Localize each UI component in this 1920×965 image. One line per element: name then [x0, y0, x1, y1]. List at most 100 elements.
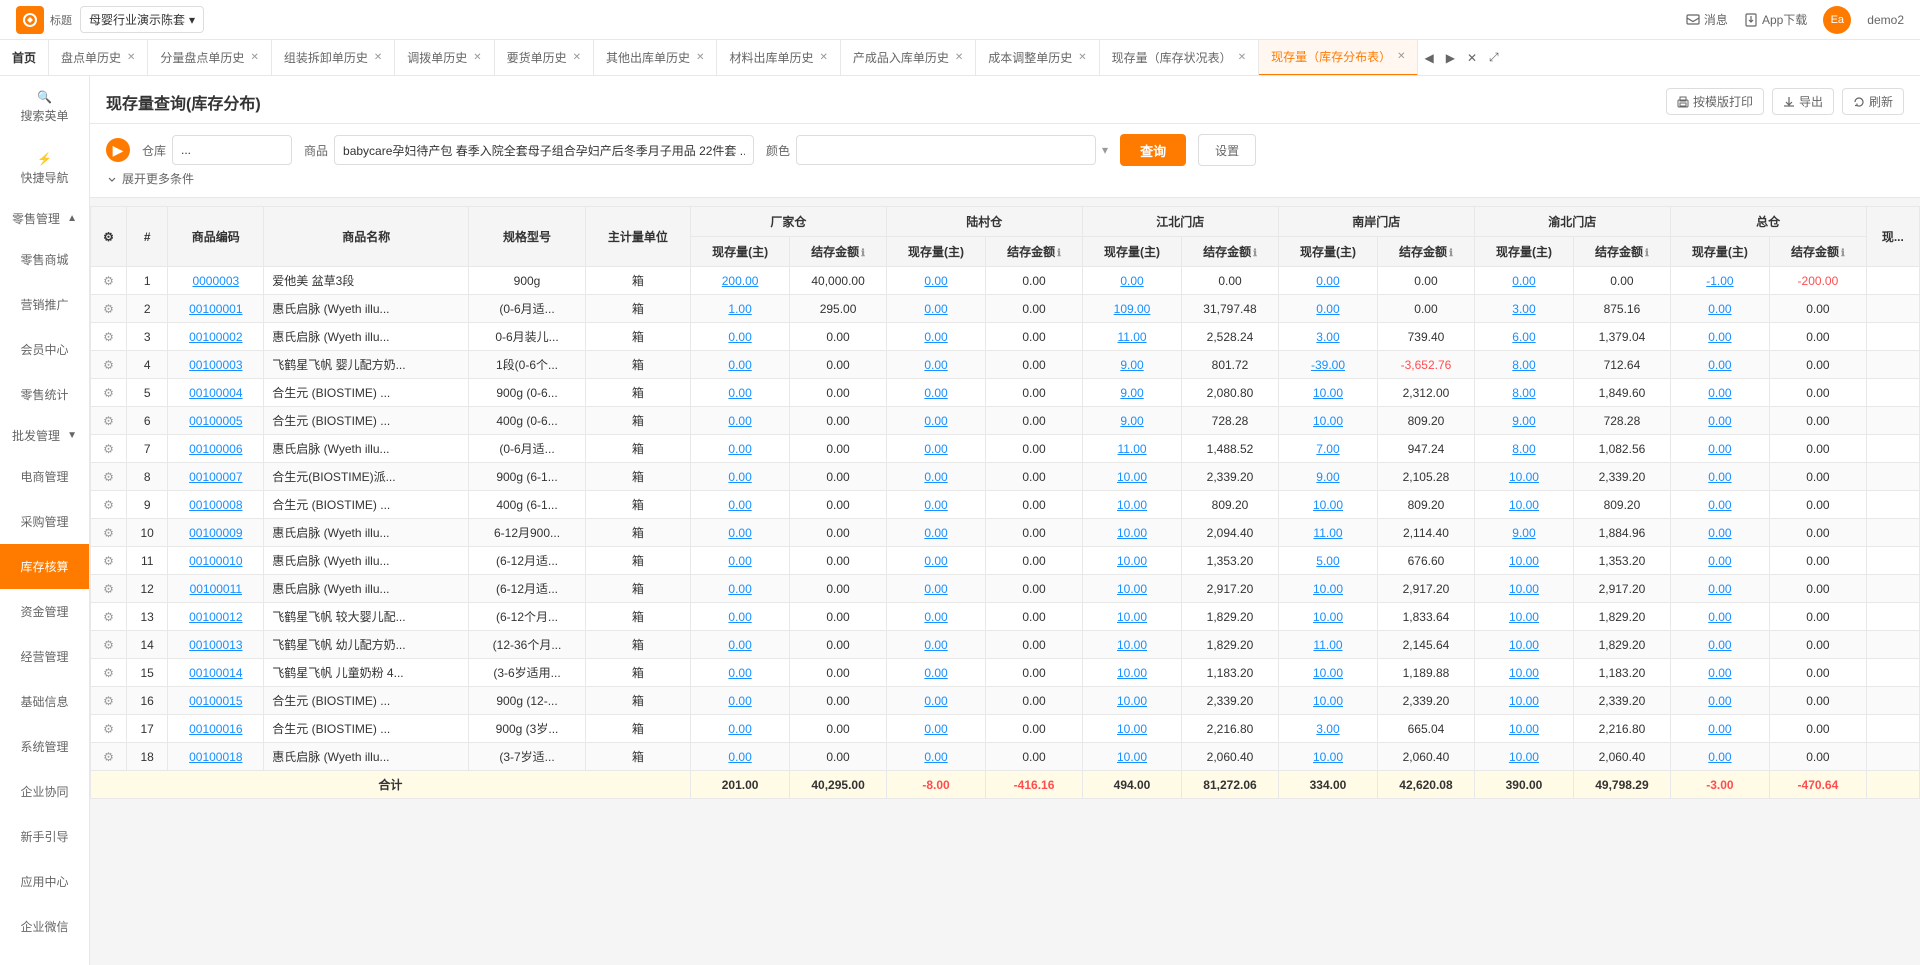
row-gear[interactable]: ⚙	[91, 463, 127, 491]
tab-close-6[interactable]: ✕	[696, 52, 704, 63]
tab-close-8[interactable]: ✕	[955, 52, 963, 63]
tab-inventory-history[interactable]: 盘点单历史✕	[49, 40, 148, 76]
tab-sub-inventory-history[interactable]: 分量盘点单历史✕	[148, 40, 271, 76]
sidebar-item-purchase[interactable]: 采购管理	[0, 499, 89, 544]
color-dropdown-icon[interactable]: ▾	[1102, 143, 1108, 157]
row-more	[1866, 519, 1919, 547]
export-button[interactable]: 导出	[1772, 88, 1834, 115]
tab-cost-adjust[interactable]: 成本调整单历史✕	[976, 40, 1099, 76]
row-fcang-amt: 0.00	[790, 631, 887, 659]
tab-nav-prev[interactable]: ◀	[1418, 51, 1439, 65]
tab-close-10[interactable]: ✕	[1238, 52, 1246, 63]
row-gear[interactable]: ⚙	[91, 631, 127, 659]
color-input[interactable]	[796, 135, 1096, 165]
tab-nav-next[interactable]: ▶	[1440, 51, 1461, 65]
print-button[interactable]: 按模版打印	[1666, 88, 1764, 115]
info-icon-1[interactable]: ℹ	[861, 248, 865, 259]
row-gear[interactable]: ⚙	[91, 715, 127, 743]
query-button[interactable]: 查询	[1120, 134, 1186, 166]
sidebar-item-ecommerce[interactable]: 电商管理	[0, 454, 89, 499]
tab-close-9[interactable]: ✕	[1078, 52, 1086, 63]
product-input[interactable]	[334, 135, 754, 165]
info-icon-4[interactable]: ℹ	[1449, 248, 1453, 259]
row-gear[interactable]: ⚙	[91, 351, 127, 379]
table-row: ⚙ 9 00100008 合生元 (BIOSTIME) ... 400g (6-…	[91, 491, 1920, 519]
tab-requisition-history[interactable]: 要货单历史✕	[495, 40, 594, 76]
tab-material-outbound[interactable]: 材料出库单历史✕	[717, 40, 840, 76]
row-gear[interactable]: ⚙	[91, 519, 127, 547]
sidebar-item-wholesale[interactable]: 批发管理▼	[0, 417, 89, 454]
row-lucun-qty: 0.00	[886, 743, 985, 771]
row-spec: 900g (3岁...	[469, 715, 586, 743]
tab-close-3[interactable]: ✕	[374, 52, 382, 63]
sidebar-item-base-info[interactable]: 基础信息	[0, 679, 89, 724]
setting-button[interactable]: 设置	[1198, 134, 1256, 166]
table-container[interactable]: ⚙ # 商品编码 商品名称 规格型号 主计量单位 厂家仓 陆村仓 江北门店 南岸…	[90, 198, 1920, 965]
sidebar-item-member[interactable]: 会员中心	[0, 327, 89, 372]
tab-close-7[interactable]: ✕	[819, 52, 827, 63]
info-icon-6[interactable]: ℹ	[1841, 248, 1845, 259]
company-selector[interactable]: 母婴行业演示陈套 ▾	[80, 6, 204, 33]
sidebar-item-member2[interactable]: 畅会员	[0, 949, 89, 965]
row-gear[interactable]: ⚙	[91, 491, 127, 519]
sidebar-item-inventory[interactable]: 库存核算	[0, 544, 89, 589]
row-gear[interactable]: ⚙	[91, 379, 127, 407]
tab-close-4[interactable]: ✕	[473, 52, 481, 63]
sidebar-item-finance[interactable]: 资金管理	[0, 589, 89, 634]
tab-close-5[interactable]: ✕	[573, 52, 581, 63]
sidebar-item-ops[interactable]: 经营管理	[0, 634, 89, 679]
sidebar-item-sys[interactable]: 系统管理	[0, 724, 89, 769]
row-total-qty: 0.00	[1670, 351, 1769, 379]
expand-conditions[interactable]: 展开更多条件	[106, 170, 1904, 187]
footer-nanan-amt: 42,620.08	[1378, 771, 1475, 799]
tab-nav-close-all[interactable]: ✕	[1461, 51, 1483, 65]
tab-close[interactable]: ✕	[127, 52, 135, 63]
sidebar-item-retail-mgmt[interactable]: 零售管理▲	[0, 200, 89, 237]
warehouse-input[interactable]	[172, 135, 292, 165]
tab-close-11[interactable]: ✕	[1397, 51, 1405, 62]
row-gear[interactable]: ⚙	[91, 295, 127, 323]
tab-stock-distribution[interactable]: 现存量（库存分布表）✕	[1259, 40, 1418, 76]
user-avatar[interactable]: Ea	[1823, 6, 1851, 34]
tab-transfer-history[interactable]: 调拨单历史✕	[395, 40, 494, 76]
row-gear[interactable]: ⚙	[91, 547, 127, 575]
sidebar-item-guide[interactable]: 新手引导	[0, 814, 89, 859]
app-download-btn[interactable]: App下载	[1744, 11, 1807, 28]
footer-lucun-amt: -416.16	[986, 771, 1083, 799]
tab-home[interactable]: 首页	[0, 40, 49, 76]
sidebar-item-marketing[interactable]: 营销推广	[0, 282, 89, 327]
sidebar-item-collab[interactable]: 企业协同	[0, 769, 89, 814]
tab-nav-expand[interactable]: ⤢	[1483, 50, 1505, 65]
expand-button[interactable]: ▶	[106, 138, 130, 162]
row-fcang-qty: 0.00	[690, 715, 789, 743]
tab-assembly-history[interactable]: 组装拆卸单历史✕	[272, 40, 395, 76]
sidebar-item-apps[interactable]: 应用中心	[0, 859, 89, 904]
row-gear[interactable]: ⚙	[91, 659, 127, 687]
sidebar-item-shortcut[interactable]: ⚡快捷导航	[0, 138, 89, 200]
info-icon-3[interactable]: ℹ	[1253, 248, 1257, 259]
row-gear[interactable]: ⚙	[91, 267, 127, 295]
row-gear[interactable]: ⚙	[91, 435, 127, 463]
row-gear[interactable]: ⚙	[91, 603, 127, 631]
row-gear[interactable]: ⚙	[91, 687, 127, 715]
tab-stock-status[interactable]: 现存量（库存状况表）✕	[1100, 40, 1259, 76]
row-yubei-amt: 2,339.20	[1574, 463, 1671, 491]
row-gear[interactable]: ⚙	[91, 407, 127, 435]
sidebar-item-search[interactable]: 🔍搜索英单	[0, 76, 89, 138]
row-gear[interactable]: ⚙	[91, 743, 127, 771]
info-icon-5[interactable]: ℹ	[1645, 248, 1649, 259]
row-yubei-qty: 10.00	[1474, 631, 1573, 659]
row-spec: 900g	[469, 267, 586, 295]
sidebar-item-retail-shop[interactable]: 零售商城	[0, 237, 89, 282]
sidebar-item-retail-stats[interactable]: 零售统计	[0, 372, 89, 417]
message-btn[interactable]: 消息	[1686, 11, 1728, 28]
sidebar-item-wechat[interactable]: 企业微信	[0, 904, 89, 949]
row-gear[interactable]: ⚙	[91, 575, 127, 603]
tab-finished-inbound[interactable]: 产成品入库单历史✕	[841, 40, 976, 76]
refresh-button[interactable]: 刷新	[1842, 88, 1904, 115]
tab-close-2[interactable]: ✕	[250, 52, 258, 63]
col-group-yubei: 渝北门店	[1474, 207, 1670, 237]
info-icon-2[interactable]: ℹ	[1057, 248, 1061, 259]
tab-other-outbound[interactable]: 其他出库单历史✕	[594, 40, 717, 76]
row-gear[interactable]: ⚙	[91, 323, 127, 351]
